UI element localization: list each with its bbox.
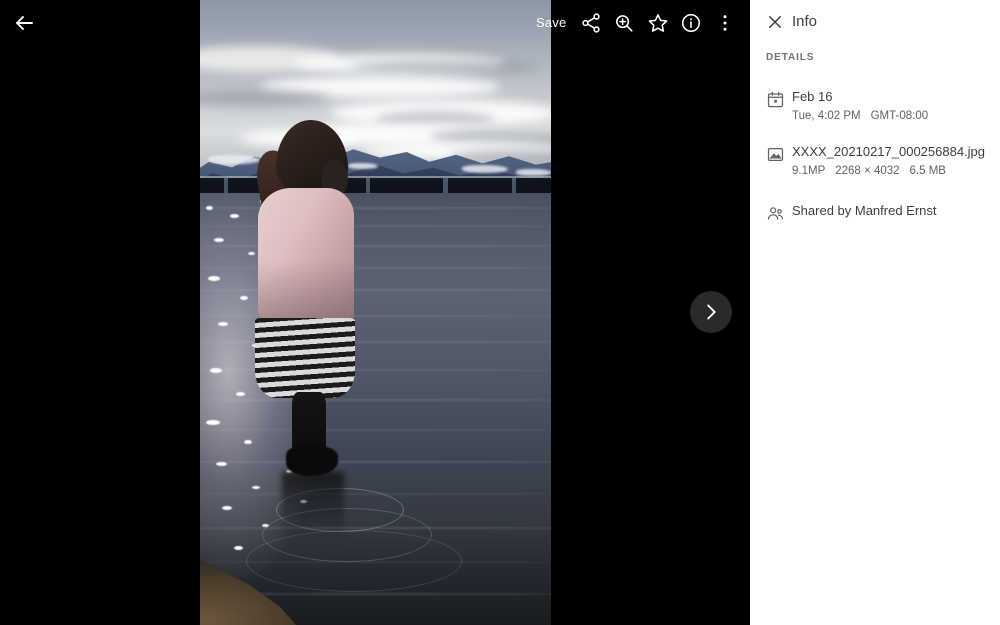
file-megapixels: 9.1MP (792, 165, 826, 177)
date-time: Tue, 4:02 PM (792, 110, 861, 122)
photo-subject-person (238, 120, 383, 542)
photo-image[interactable] (200, 0, 551, 625)
info-circle-icon[interactable] (680, 12, 702, 34)
pier-gap (224, 178, 228, 193)
file-size: 6.5 MB (909, 165, 946, 177)
zoom-in-icon[interactable] (613, 12, 635, 34)
next-photo-button[interactable] (690, 291, 732, 333)
info-row-file-body: XXXX_20210217_000256884.jpg 9.1MP 2268 × … (792, 143, 995, 180)
info-row-date-body: Feb 16 Tue, 4:02 PM GMT-08:00 (792, 88, 948, 125)
shared-by-text: Shared by Manfred Ernst (792, 203, 937, 218)
info-row-file[interactable]: XXXX_20210217_000256884.jpg 9.1MP 2268 × … (750, 143, 1000, 180)
pier-gap (512, 178, 516, 193)
cloud-shape (350, 60, 540, 74)
info-row-shared-body: Shared by Manfred Ernst (792, 202, 947, 228)
date-secondary: Tue, 4:02 PM GMT-08:00 (792, 108, 938, 125)
image-icon (750, 143, 792, 180)
chevron-right-icon (707, 304, 716, 320)
file-name: XXXX_20210217_000256884.jpg (792, 144, 986, 159)
photo-viewer-app: Save Info DETAILS Feb 16 Tue, 4:02 PM GM… (0, 0, 1000, 625)
pier-gap (443, 178, 448, 193)
snow-cap (516, 169, 551, 176)
close-icon[interactable] (766, 13, 784, 31)
info-row-shared-by[interactable]: Shared by Manfred Ernst (750, 202, 1000, 228)
share-icon[interactable] (580, 12, 602, 34)
photo-viewer-stage[interactable]: Save (0, 0, 750, 625)
arrow-back-icon[interactable] (12, 11, 36, 35)
date-primary: Feb 16 (792, 89, 833, 104)
water-ripple (246, 530, 462, 592)
star-outline-icon[interactable] (647, 12, 669, 34)
details-section-label: DETAILS (766, 52, 815, 63)
date-timezone: GMT-08:00 (870, 110, 929, 122)
info-panel-title: Info (792, 13, 818, 30)
subject-striped-skirt (255, 318, 355, 398)
calendar-icon (750, 88, 792, 125)
info-row-date[interactable]: Feb 16 Tue, 4:02 PM GMT-08:00 (750, 88, 1000, 125)
save-button[interactable]: Save (536, 13, 566, 33)
info-panel: Info DETAILS Feb 16 Tue, 4:02 PM GMT-08:0… (750, 0, 1000, 625)
snow-cap (462, 165, 508, 173)
file-dimensions: 2268 × 4032 (835, 165, 900, 177)
file-meta: 9.1MP 2268 × 4032 6.5 MB (792, 163, 985, 180)
more-vertical-icon[interactable] (714, 12, 736, 34)
viewer-toolbar: Save (0, 0, 750, 44)
info-panel-header: Info (750, 0, 1000, 44)
people-shared-icon (750, 202, 792, 228)
subject-reflection (282, 472, 344, 542)
